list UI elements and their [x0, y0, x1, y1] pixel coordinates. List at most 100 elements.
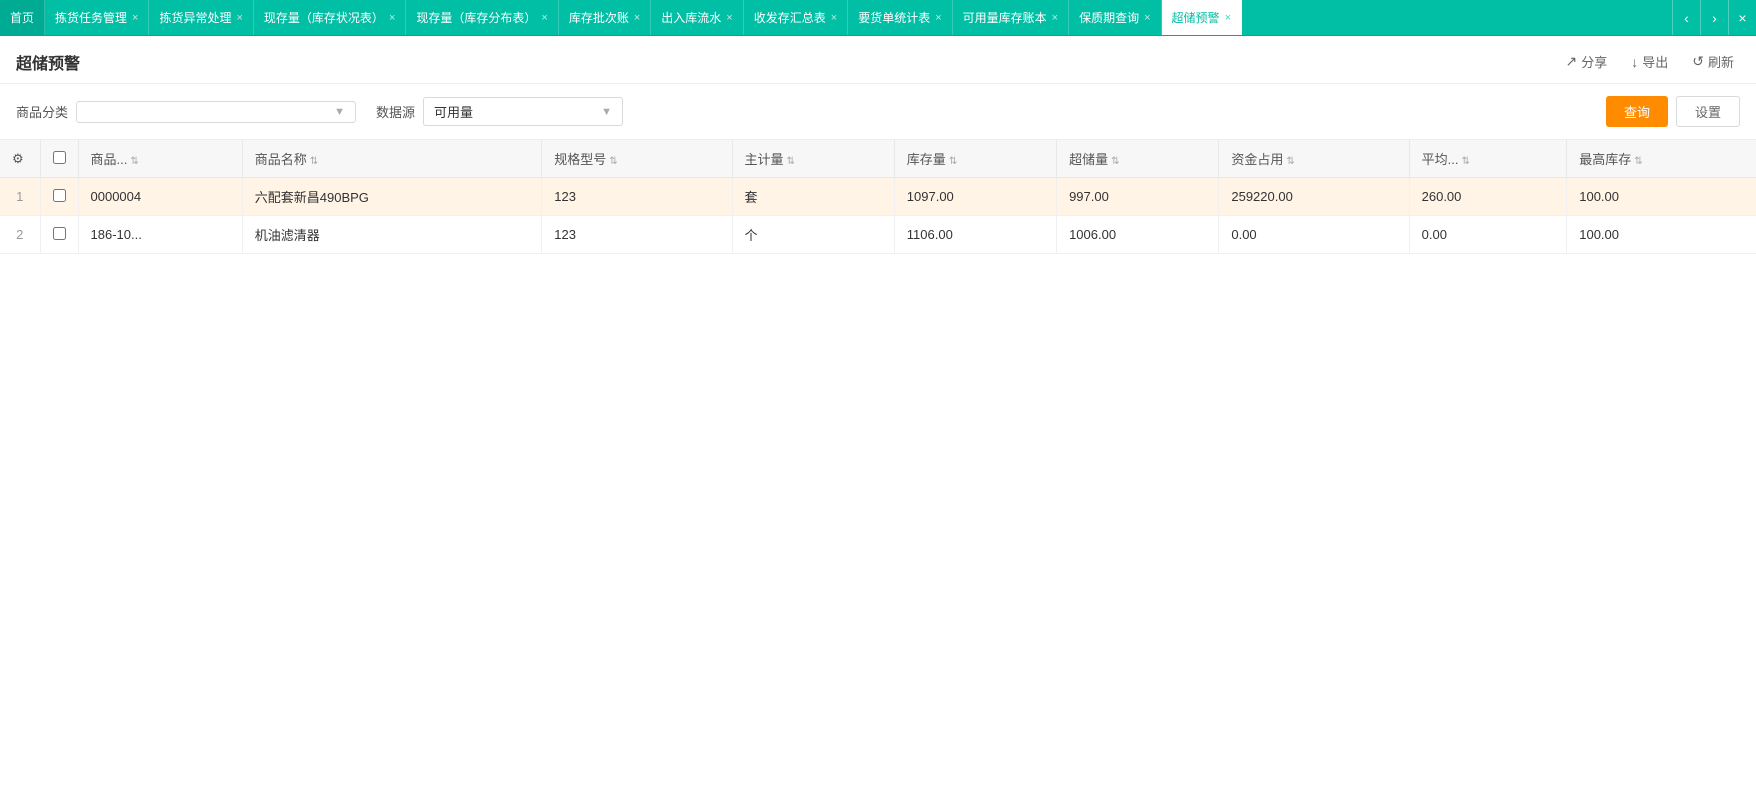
row-checkbox-cell [40, 216, 78, 254]
col-spec: 规格型号⇅ [542, 140, 732, 178]
sort-capital-icon[interactable]: ⇅ [1286, 156, 1294, 167]
refresh-icon: ↺ [1692, 53, 1704, 70]
cell-capital: 259220.00 [1219, 178, 1409, 216]
nav-close-icon[interactable]: × [541, 12, 547, 24]
nav-close-icon[interactable]: × [935, 12, 941, 24]
cell-product-code: 0000004 [78, 178, 242, 216]
col-gear: ⚙ [0, 140, 40, 178]
nav-close-arrow[interactable]: × [1728, 0, 1756, 35]
col-max-stock: 最高库存⇅ [1567, 140, 1756, 178]
export-button[interactable]: ↓ 导出 [1625, 48, 1674, 75]
nav-item[interactable]: 要货单统计表× [848, 0, 952, 35]
cell-unit: 套 [732, 178, 894, 216]
col-unit: 主计量⇅ [732, 140, 894, 178]
cell-excess: 1006.00 [1057, 216, 1219, 254]
row-checkbox[interactable] [53, 189, 66, 202]
sort-product-code-icon[interactable]: ⇅ [130, 156, 138, 167]
col-product-name: 商品名称⇅ [242, 140, 541, 178]
nav-item[interactable]: 现存量（库存状况表）× [254, 0, 406, 35]
nav-item[interactable]: 首页 [0, 0, 45, 35]
nav-item[interactable]: 拣货任务管理× [45, 0, 149, 35]
query-button[interactable]: 查询 [1606, 96, 1668, 127]
nav-close-icon[interactable]: × [726, 12, 732, 24]
share-button[interactable]: ↗ 分享 [1559, 48, 1613, 75]
category-label: 商品分类 [16, 102, 68, 121]
row-checkbox-cell [40, 178, 78, 216]
nav-item[interactable]: 超储预警× [1162, 0, 1242, 35]
nav-item[interactable]: 出入库流水× [651, 0, 743, 35]
category-filter-group: 商品分类 ▼ [16, 101, 356, 123]
page-title: 超储预警 [16, 50, 80, 74]
nav-close-icon[interactable]: × [831, 12, 837, 24]
filter-actions: 查询 设置 [1606, 96, 1740, 127]
cell-spec: 123 [542, 216, 732, 254]
nav-prev-arrow[interactable]: ‹ [1672, 0, 1700, 35]
cell-max-stock: 100.00 [1567, 216, 1756, 254]
cell-spec: 123 [542, 178, 732, 216]
table-wrapper: ⚙ 商品...⇅ 商品名称⇅ 规格型号⇅ 主计量⇅ [0, 140, 1756, 254]
settings-button[interactable]: 设置 [1676, 96, 1740, 127]
nav-arrows: ‹ › × [1672, 0, 1756, 35]
datasource-filter-group: 数据源 可用量 ▼ [376, 97, 623, 126]
nav-item[interactable]: 库存批次账× [559, 0, 651, 35]
nav-next-arrow[interactable]: › [1700, 0, 1728, 35]
nav-close-icon[interactable]: × [132, 12, 138, 24]
sort-spec-icon[interactable]: ⇅ [609, 156, 617, 167]
sort-max-stock-icon[interactable]: ⇅ [1634, 156, 1642, 167]
col-product-code: 商品...⇅ [78, 140, 242, 178]
sort-excess-icon[interactable]: ⇅ [1111, 156, 1119, 167]
main-content: 超储预警 ↗ 分享 ↓ 导出 ↺ 刷新 商品分类 ▼ 数据源 [0, 36, 1756, 800]
datasource-label: 数据源 [376, 102, 415, 121]
nav-item[interactable]: 可用量库存账本× [953, 0, 1069, 35]
nav-close-icon[interactable]: × [1144, 12, 1150, 24]
nav-close-icon[interactable]: × [389, 12, 395, 24]
nav-item[interactable]: 拣货异常处理× [149, 0, 253, 35]
row-num: 2 [0, 216, 40, 254]
col-checkbox [40, 140, 78, 178]
cell-avg: 260.00 [1409, 178, 1567, 216]
datasource-select-value: 可用量 [434, 102, 473, 121]
nav-item[interactable]: 收发存汇总表× [744, 0, 848, 35]
select-all-checkbox[interactable] [53, 151, 66, 164]
row-checkbox[interactable] [53, 227, 66, 240]
cell-stock: 1106.00 [894, 216, 1056, 254]
filter-area: 商品分类 ▼ 数据源 可用量 ▼ 查询 设置 [0, 84, 1756, 140]
gear-icon[interactable]: ⚙ [12, 151, 24, 166]
category-dropdown-icon: ▼ [334, 106, 345, 118]
refresh-button[interactable]: ↺ 刷新 [1686, 48, 1740, 75]
col-avg: 平均...⇅ [1409, 140, 1567, 178]
data-table: ⚙ 商品...⇅ 商品名称⇅ 规格型号⇅ 主计量⇅ [0, 140, 1756, 254]
sort-stock-icon[interactable]: ⇅ [949, 156, 957, 167]
nav-item[interactable]: 现存量（库存分布表）× [406, 0, 558, 35]
header-actions: ↗ 分享 ↓ 导出 ↺ 刷新 [1559, 48, 1740, 75]
cell-unit: 个 [732, 216, 894, 254]
nav-item[interactable]: 保质期查询× [1069, 0, 1161, 35]
cell-avg: 0.00 [1409, 216, 1567, 254]
top-nav: 首页拣货任务管理×拣货异常处理×现存量（库存状况表）×现存量（库存分布表）×库存… [0, 0, 1756, 36]
cell-product-name: 机油滤清器 [242, 216, 541, 254]
table-body: 1 0000004 六配套新昌490BPG 123 套 1097.00 997.… [0, 178, 1756, 254]
category-select[interactable]: ▼ [76, 101, 356, 123]
nav-close-icon[interactable]: × [1225, 12, 1231, 24]
sort-unit-icon[interactable]: ⇅ [787, 156, 795, 167]
cell-capital: 0.00 [1219, 216, 1409, 254]
datasource-select[interactable]: 可用量 ▼ [423, 97, 623, 126]
nav-close-icon[interactable]: × [634, 12, 640, 24]
cell-max-stock: 100.00 [1567, 178, 1756, 216]
export-icon: ↓ [1631, 54, 1638, 70]
datasource-dropdown-icon: ▼ [601, 106, 612, 118]
cell-product-name: 六配套新昌490BPG [242, 178, 541, 216]
col-stock: 库存量⇅ [894, 140, 1056, 178]
sort-avg-icon[interactable]: ⇅ [1461, 156, 1469, 167]
cell-product-code: 186-10... [78, 216, 242, 254]
col-excess: 超储量⇅ [1057, 140, 1219, 178]
cell-excess: 997.00 [1057, 178, 1219, 216]
nav-close-icon[interactable]: × [1052, 12, 1058, 24]
col-capital: 资金占用⇅ [1219, 140, 1409, 178]
page-header: 超储预警 ↗ 分享 ↓ 导出 ↺ 刷新 [0, 36, 1756, 84]
table-row: 2 186-10... 机油滤清器 123 个 1106.00 1006.00 … [0, 216, 1756, 254]
nav-close-icon[interactable]: × [236, 12, 242, 24]
sort-product-name-icon[interactable]: ⇅ [310, 156, 318, 167]
table-header: ⚙ 商品...⇅ 商品名称⇅ 规格型号⇅ 主计量⇅ [0, 140, 1756, 178]
table-row: 1 0000004 六配套新昌490BPG 123 套 1097.00 997.… [0, 178, 1756, 216]
